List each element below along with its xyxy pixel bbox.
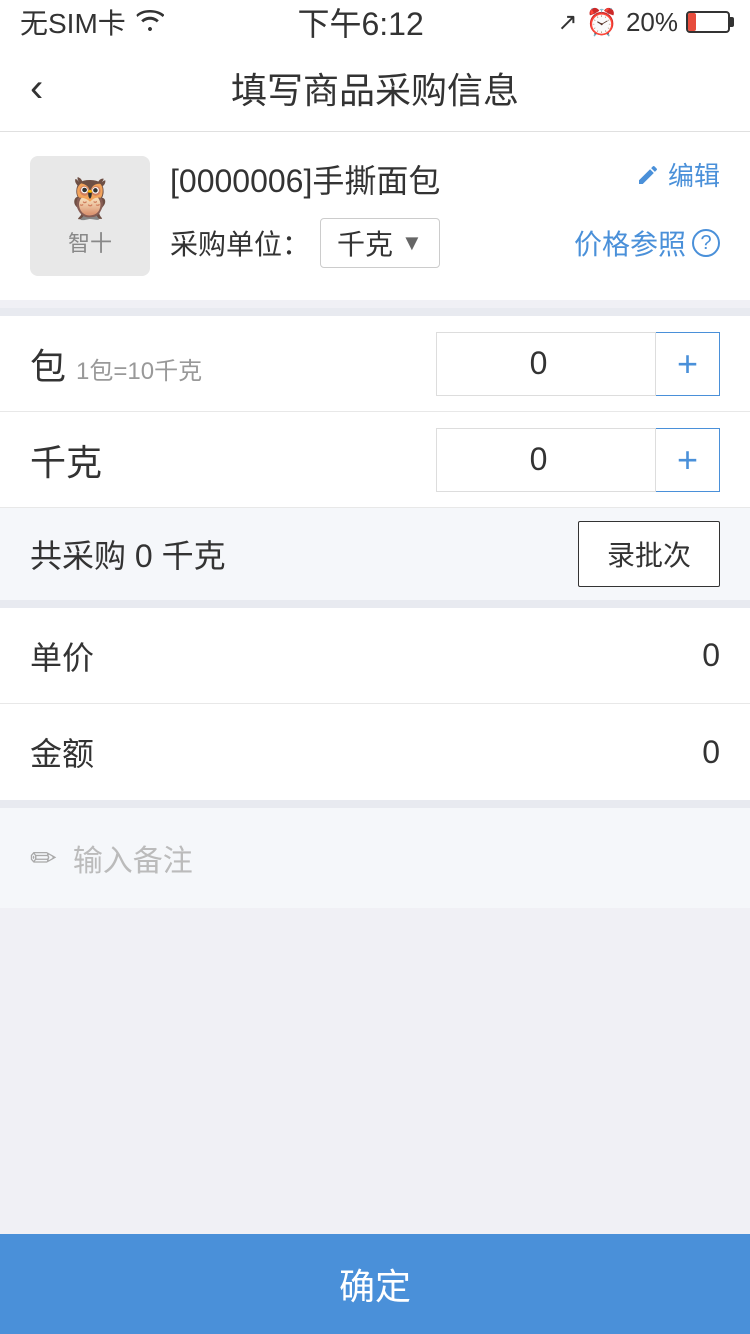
bag-plus-button[interactable]: +: [656, 332, 720, 396]
price-label: 单价: [30, 633, 94, 679]
pencil-icon: ✏: [30, 839, 57, 877]
back-button[interactable]: ‹: [30, 68, 43, 108]
battery-indicator: [686, 11, 730, 33]
amount-value: 0: [702, 734, 720, 771]
product-unit-row: 采购单位： 千克 ▼ 价格参照 ?: [170, 218, 720, 268]
bag-quantity-input[interactable]: [436, 332, 656, 396]
input-section: 包 1包=10千克 + 千克 +: [0, 316, 750, 508]
kg-input-row: 千克 +: [0, 412, 750, 508]
wifi-icon: [136, 6, 164, 38]
chevron-down-icon: ▼: [401, 230, 423, 256]
info-icon: ?: [692, 229, 720, 257]
bag-label-group: 包 1包=10千克: [30, 338, 230, 390]
record-batch-button[interactable]: 录批次: [578, 521, 720, 587]
status-right: ↗ ⏰ 20%: [557, 7, 730, 38]
bag-input-control: +: [230, 332, 720, 396]
product-logo-icon: 🦉: [65, 175, 115, 222]
battery-percent: 20%: [626, 7, 678, 38]
alarm-icon: ⏰: [586, 7, 618, 38]
kg-plus-button[interactable]: +: [656, 428, 720, 492]
bag-label: 包: [30, 338, 66, 390]
product-image: 🦉 智十: [30, 156, 150, 276]
price-value: 0: [702, 637, 720, 674]
amount-row: 金额 0: [0, 704, 750, 800]
page-title: 填写商品采购信息: [231, 62, 519, 114]
amount-label: 金额: [30, 729, 94, 775]
unit-label: 采购单位：: [170, 223, 310, 263]
bag-input-row: 包 1包=10千克 +: [0, 316, 750, 412]
status-time: 下午6:12: [297, 0, 423, 45]
edit-button[interactable]: 编辑: [636, 156, 720, 193]
remark-section[interactable]: ✏ 输入备注: [0, 808, 750, 908]
kg-label-group: 千克: [30, 434, 230, 486]
product-header: [0000006]手撕面包 编辑: [170, 156, 720, 202]
confirm-button[interactable]: 确定: [0, 1234, 750, 1334]
kg-label: 千克: [30, 434, 102, 486]
detail-section: 单价 0 金额 0: [0, 608, 750, 808]
location-icon: ↗: [557, 8, 577, 37]
product-info: [0000006]手撕面包 编辑 采购单位： 千克 ▼ 价格参照 ?: [170, 156, 720, 268]
nav-bar: ‹ 填写商品采购信息: [0, 44, 750, 132]
kg-quantity-input[interactable]: [436, 428, 656, 492]
remark-placeholder: 输入备注: [73, 836, 193, 880]
bottom-spacer: [0, 1108, 750, 1208]
total-row: 共采购 0 千克 录批次: [0, 508, 750, 608]
status-bar: 无SIM卡 下午6:12 ↗ ⏰ 20%: [0, 0, 750, 44]
price-ref-button[interactable]: 价格参照 ?: [574, 223, 720, 263]
unit-select[interactable]: 千克 ▼: [320, 218, 440, 268]
content-area: [0, 908, 750, 1108]
bag-sub-label: 1包=10千克: [76, 351, 202, 386]
total-text: 共采购 0 千克: [30, 531, 226, 577]
product-logo-text: 智十: [68, 226, 112, 258]
product-name: [0000006]手撕面包: [170, 156, 440, 202]
product-card: 🦉 智十 [0000006]手撕面包 编辑 采购单位： 千克 ▼: [0, 132, 750, 308]
carrier-label: 无SIM卡: [20, 2, 126, 42]
price-row: 单价 0: [0, 608, 750, 704]
status-left: 无SIM卡: [20, 2, 164, 42]
section-divider-1: [0, 308, 750, 316]
kg-input-control: +: [230, 428, 720, 492]
